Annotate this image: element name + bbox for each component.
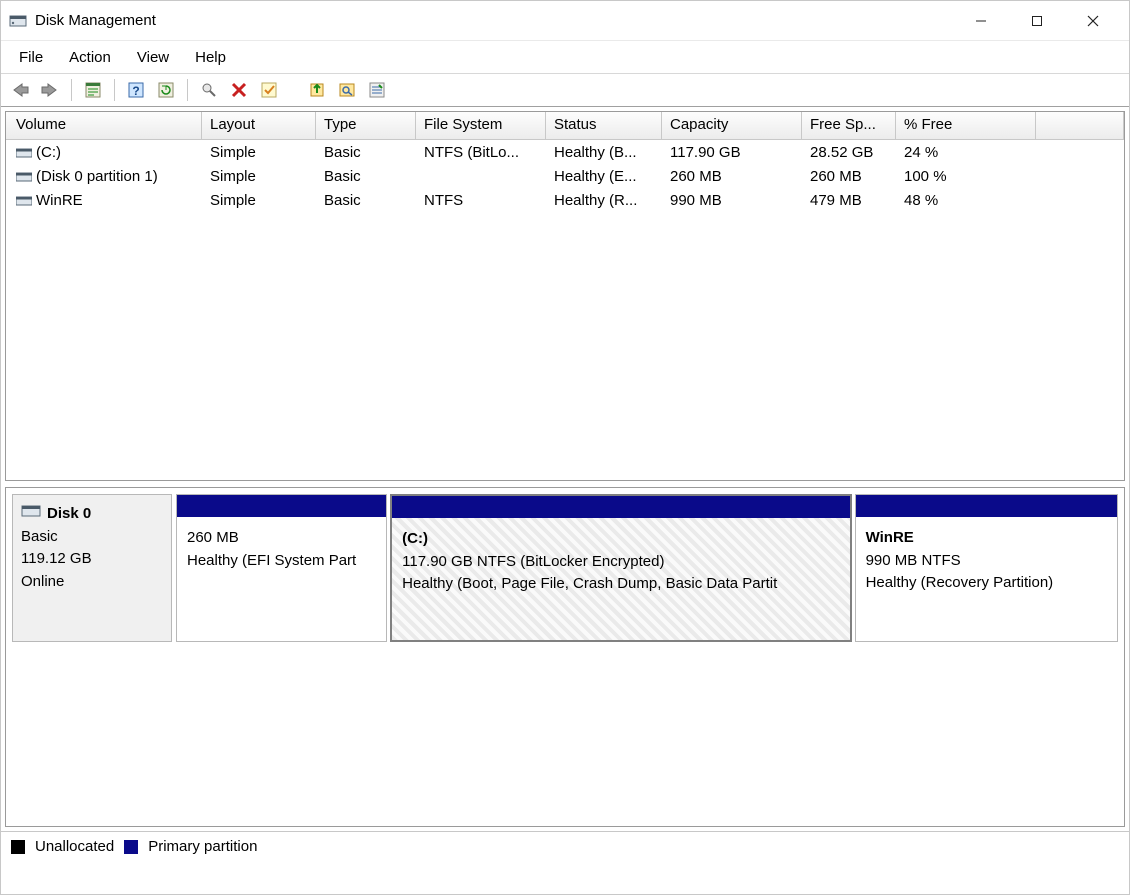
svg-text:?: ? xyxy=(132,84,139,98)
disk-state: Online xyxy=(21,571,163,594)
partition[interactable]: WinRE990 MB NTFSHealthy (Recovery Partit… xyxy=(855,494,1118,642)
col-layout[interactable]: Layout xyxy=(202,112,316,139)
disk-graphical-pane: Disk 0 Basic 119.12 GB Online 260 MBHeal… xyxy=(5,487,1125,827)
menu-view[interactable]: View xyxy=(125,45,181,70)
legend: Unallocated Primary partition xyxy=(1,831,1129,861)
menu-help[interactable]: Help xyxy=(183,45,238,70)
menubar: File Action View Help xyxy=(1,41,1129,73)
col-free-space[interactable]: Free Sp... xyxy=(802,112,896,139)
col-filesystem[interactable]: File System xyxy=(416,112,546,139)
partition-color-bar xyxy=(392,496,849,518)
minimize-button[interactable] xyxy=(953,1,1009,41)
partition-color-bar xyxy=(856,495,1117,517)
apply-icon[interactable] xyxy=(256,77,282,103)
disk-icon xyxy=(21,503,41,526)
col-volume[interactable]: Volume xyxy=(6,112,202,139)
col-pct-free[interactable]: % Free xyxy=(896,112,1036,139)
maximize-button[interactable] xyxy=(1009,1,1065,41)
properties-icon[interactable] xyxy=(80,77,106,103)
titlebar: Disk Management xyxy=(1,1,1129,41)
settings-icon[interactable] xyxy=(364,77,390,103)
disk-name: Disk 0 xyxy=(47,503,91,526)
refresh-icon[interactable] xyxy=(153,77,179,103)
close-button[interactable] xyxy=(1065,1,1121,41)
legend-unallocated-label: Unallocated xyxy=(35,838,114,855)
volume-row[interactable]: (Disk 0 partition 1)SimpleBasicHealthy (… xyxy=(6,164,1124,188)
volume-list: Volume Layout Type File System Status Ca… xyxy=(5,111,1125,481)
toolbar: ? xyxy=(1,73,1129,107)
partition[interactable]: 260 MBHealthy (EFI System Part xyxy=(176,494,387,642)
partition-color-bar xyxy=(177,495,386,517)
zoom-icon[interactable] xyxy=(334,77,360,103)
menu-file[interactable]: File xyxy=(7,45,55,70)
volume-rows: (C:)SimpleBasicNTFS (BitLo...Healthy (B.… xyxy=(6,140,1124,480)
col-blank[interactable] xyxy=(1036,112,1124,139)
disk-type: Basic xyxy=(21,526,163,549)
col-status[interactable]: Status xyxy=(546,112,662,139)
disk-info[interactable]: Disk 0 Basic 119.12 GB Online xyxy=(12,494,172,642)
col-type[interactable]: Type xyxy=(316,112,416,139)
legend-primary-swatch xyxy=(124,840,138,854)
partition[interactable]: (C:)117.90 GB NTFS (BitLocker Encrypted)… xyxy=(390,494,851,642)
window-title: Disk Management xyxy=(35,12,156,29)
legend-primary-label: Primary partition xyxy=(148,838,257,855)
find-icon[interactable] xyxy=(196,77,222,103)
col-capacity[interactable]: Capacity xyxy=(662,112,802,139)
menu-action[interactable]: Action xyxy=(57,45,123,70)
app-icon xyxy=(9,12,27,30)
volume-list-header: Volume Layout Type File System Status Ca… xyxy=(6,112,1124,140)
window-controls xyxy=(953,1,1121,41)
back-button[interactable] xyxy=(7,77,33,103)
help-icon[interactable]: ? xyxy=(123,77,149,103)
delete-icon[interactable] xyxy=(226,77,252,103)
volume-row[interactable]: (C:)SimpleBasicNTFS (BitLo...Healthy (B.… xyxy=(6,140,1124,164)
forward-button[interactable] xyxy=(37,77,63,103)
disk-partitions: 260 MBHealthy (EFI System Part(C:)117.90… xyxy=(176,494,1118,642)
disk-row: Disk 0 Basic 119.12 GB Online 260 MBHeal… xyxy=(12,494,1118,642)
legend-unallocated-swatch xyxy=(11,840,25,854)
export-icon[interactable] xyxy=(304,77,330,103)
volume-row[interactable]: WinRESimpleBasicNTFSHealthy (R...990 MB4… xyxy=(6,188,1124,212)
disk-size: 119.12 GB xyxy=(21,548,163,571)
